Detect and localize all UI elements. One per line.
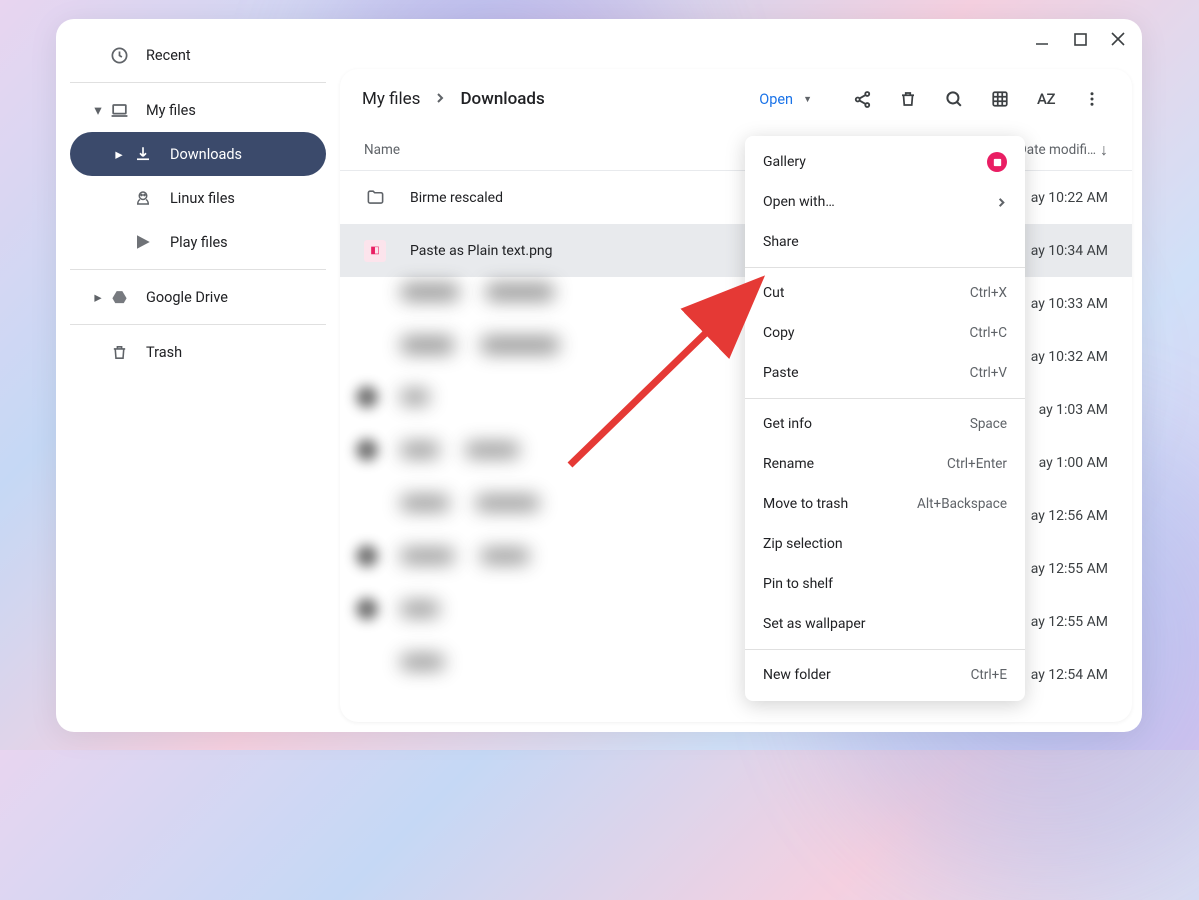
sidebar-item-label: Recent bbox=[146, 47, 191, 64]
menu-trash[interactable]: Move to trash Alt+Backspace bbox=[745, 484, 1025, 524]
menu-cut[interactable]: Cut Ctrl+X bbox=[745, 273, 1025, 313]
sidebar-item-label: My files bbox=[146, 102, 196, 119]
sidebar-item-label: Linux files bbox=[170, 190, 235, 207]
sidebar-item-recent[interactable]: Recent bbox=[70, 33, 326, 77]
menu-rename[interactable]: Rename Ctrl+Enter bbox=[745, 444, 1025, 484]
sidebar: Recent ▾ My files ▸ Downloads bbox=[56, 19, 340, 732]
chevron-right-icon bbox=[996, 197, 1007, 208]
sidebar-item-label: Play files bbox=[170, 234, 228, 251]
menu-gallery[interactable]: Gallery bbox=[745, 142, 1025, 182]
menu-copy[interactable]: Copy Ctrl+C bbox=[745, 313, 1025, 353]
breadcrumb: My files Downloads bbox=[362, 89, 545, 109]
menu-open-with[interactable]: Open with… bbox=[745, 182, 1025, 222]
download-icon bbox=[132, 145, 154, 163]
open-label: Open bbox=[759, 91, 793, 108]
maximize-button[interactable] bbox=[1070, 29, 1090, 49]
chevron-down-icon: ▾ bbox=[90, 102, 106, 119]
sort-button[interactable]: AZ bbox=[1026, 79, 1066, 119]
search-button[interactable] bbox=[934, 79, 974, 119]
breadcrumb-root[interactable]: My files bbox=[362, 89, 420, 109]
open-button[interactable]: Open ▼ bbox=[759, 91, 812, 108]
menu-paste[interactable]: Paste Ctrl+V bbox=[745, 353, 1025, 393]
window-controls bbox=[1032, 29, 1128, 49]
sidebar-item-play[interactable]: Play files bbox=[70, 220, 326, 264]
toolbar: My files Downloads Open ▼ bbox=[340, 69, 1132, 129]
dropdown-icon: ▼ bbox=[803, 94, 812, 105]
menu-newfolder[interactable]: New folder Ctrl+E bbox=[745, 655, 1025, 695]
drive-icon bbox=[108, 289, 130, 306]
chevron-right-icon: ▸ bbox=[108, 146, 130, 163]
linux-icon bbox=[132, 189, 154, 207]
breadcrumb-current: Downloads bbox=[460, 89, 544, 109]
trash-icon bbox=[108, 344, 130, 361]
chevron-right-icon bbox=[434, 89, 446, 109]
menu-zip[interactable]: Zip selection bbox=[745, 524, 1025, 564]
context-menu: Gallery Open with… Share Cut Ctrl+X Copy… bbox=[745, 136, 1025, 701]
file-type-icon bbox=[364, 346, 386, 368]
menu-getinfo[interactable]: Get info Space bbox=[745, 404, 1025, 444]
clock-icon bbox=[108, 46, 130, 65]
file-type-icon bbox=[364, 187, 386, 209]
sidebar-item-linux[interactable]: Linux files bbox=[70, 176, 326, 220]
close-button[interactable] bbox=[1108, 29, 1128, 49]
sidebar-item-label: Google Drive bbox=[146, 289, 228, 306]
menu-wallpaper[interactable]: Set as wallpaper bbox=[745, 604, 1025, 644]
laptop-icon bbox=[108, 101, 130, 120]
menu-pin[interactable]: Pin to shelf bbox=[745, 564, 1025, 604]
sidebar-item-label: Trash bbox=[146, 344, 182, 361]
menu-share[interactable]: Share bbox=[745, 222, 1025, 262]
minimize-button[interactable] bbox=[1032, 29, 1052, 49]
file-type-icon bbox=[364, 664, 386, 686]
delete-button[interactable] bbox=[888, 79, 928, 119]
sort-down-icon: ↓ bbox=[1100, 140, 1108, 160]
sidebar-item-downloads[interactable]: ▸ Downloads bbox=[70, 132, 326, 176]
sidebar-item-drive[interactable]: ▸ Google Drive bbox=[70, 275, 326, 319]
file-type-icon bbox=[364, 505, 386, 527]
sidebar-item-label: Downloads bbox=[170, 146, 242, 163]
chevron-right-icon: ▸ bbox=[90, 289, 106, 306]
file-type-icon: ◧ bbox=[364, 240, 386, 262]
more-button[interactable] bbox=[1072, 79, 1112, 119]
sidebar-item-myfiles[interactable]: ▾ My files bbox=[70, 88, 326, 132]
gallery-icon bbox=[987, 152, 1007, 172]
share-button[interactable] bbox=[842, 79, 882, 119]
play-icon bbox=[132, 233, 154, 251]
view-grid-button[interactable] bbox=[980, 79, 1020, 119]
file-type-icon bbox=[364, 293, 386, 315]
sidebar-item-trash[interactable]: Trash bbox=[70, 330, 326, 374]
